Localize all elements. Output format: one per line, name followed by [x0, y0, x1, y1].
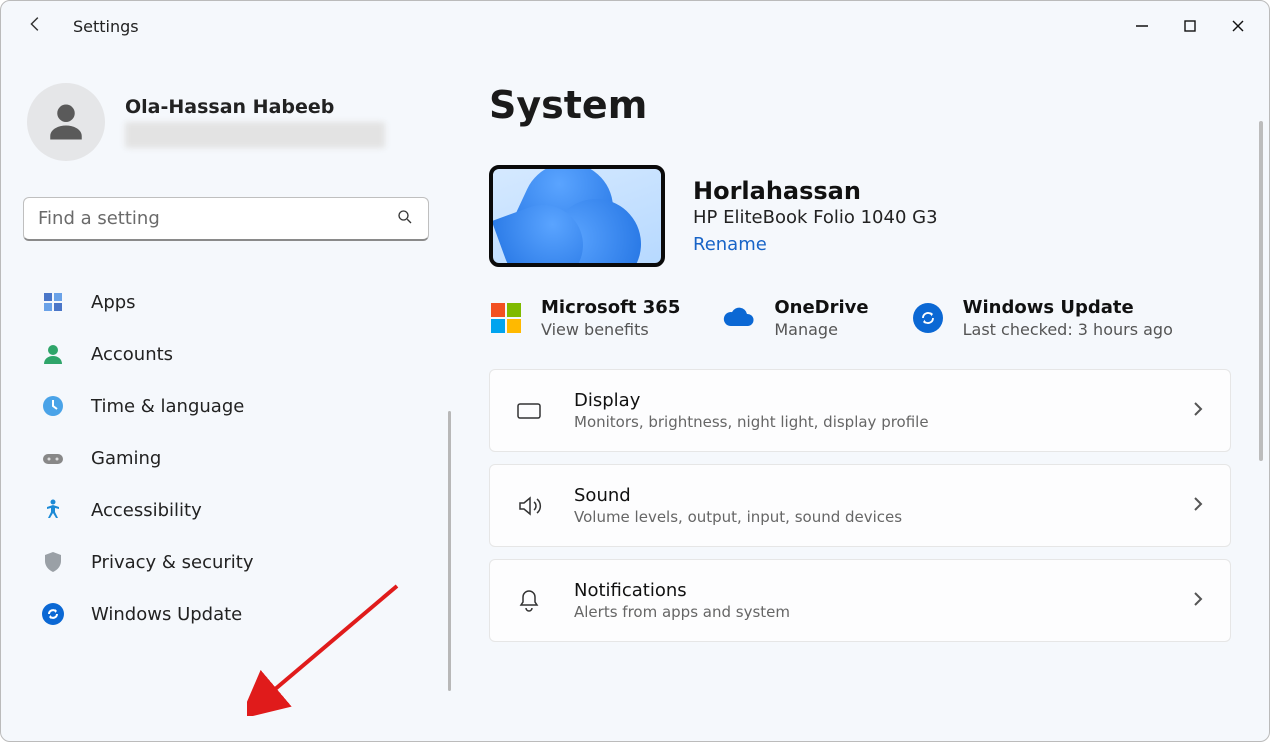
main-content: System Horlahassan HP EliteBook Folio 10… [451, 51, 1269, 741]
minimize-button[interactable] [1119, 6, 1165, 46]
windows-update-icon [41, 602, 65, 626]
sidebar-item-label: Accounts [91, 344, 173, 365]
sidebar-item-label: Windows Update [91, 604, 242, 625]
promo-windows-update[interactable]: Windows Update Last checked: 3 hours ago [911, 297, 1173, 339]
search-placeholder: Find a setting [38, 208, 160, 229]
avatar [27, 83, 105, 161]
sidebar-item-time-language[interactable]: Time & language [23, 381, 429, 431]
promo-sub: Last checked: 3 hours ago [963, 320, 1173, 339]
onedrive-icon [722, 301, 756, 335]
maximize-button[interactable] [1167, 6, 1213, 46]
windows-update-promo-icon [911, 301, 945, 335]
gaming-icon [41, 446, 65, 470]
app-title: Settings [73, 17, 139, 36]
search-icon [396, 208, 414, 230]
sidebar-item-label: Time & language [91, 396, 244, 417]
card-title: Notifications [574, 580, 1160, 601]
close-button[interactable] [1215, 6, 1261, 46]
promo-title: OneDrive [774, 297, 868, 318]
sidebar-item-accessibility[interactable]: Accessibility [23, 485, 429, 535]
settings-cards: Display Monitors, brightness, night ligh… [489, 369, 1231, 642]
profile-block[interactable]: Ola-Hassan Habeeb [23, 69, 429, 191]
search-input[interactable]: Find a setting [23, 197, 429, 241]
card-sub: Alerts from apps and system [574, 603, 1160, 621]
notifications-icon [514, 586, 544, 616]
privacy-security-icon [41, 550, 65, 574]
profile-text: Ola-Hassan Habeeb [125, 96, 385, 148]
profile-email-redacted [125, 122, 385, 148]
sidebar-item-label: Gaming [91, 448, 161, 469]
display-icon [514, 396, 544, 426]
card-title: Sound [574, 485, 1160, 506]
body: Ola-Hassan Habeeb Find a setting Apps [1, 51, 1269, 741]
sidebar-item-accounts[interactable]: Accounts [23, 329, 429, 379]
sidebar-item-label: Apps [91, 292, 136, 313]
profile-name: Ola-Hassan Habeeb [125, 96, 385, 118]
sidebar-item-apps[interactable]: Apps [23, 277, 429, 327]
promo-microsoft-365[interactable]: Microsoft 365 View benefits [489, 297, 680, 339]
apps-icon [41, 290, 65, 314]
device-row: Horlahassan HP EliteBook Folio 1040 G3 R… [489, 165, 1231, 267]
chevron-right-icon [1190, 591, 1206, 611]
sidebar-item-windows-update[interactable]: Windows Update [23, 589, 429, 639]
card-sub: Monitors, brightness, night light, displ… [574, 413, 1160, 431]
chevron-right-icon [1190, 401, 1206, 421]
back-icon[interactable] [25, 13, 47, 39]
promo-title: Microsoft 365 [541, 297, 680, 318]
window-controls [1119, 6, 1261, 46]
device-wallpaper-thumb[interactable] [489, 165, 665, 267]
promo-row: Microsoft 365 View benefits OneDrive Man… [489, 297, 1231, 339]
device-model: HP EliteBook Folio 1040 G3 [693, 207, 938, 228]
card-notifications[interactable]: Notifications Alerts from apps and syste… [489, 559, 1231, 642]
main-scrollbar[interactable] [1259, 121, 1263, 461]
sidebar-item-privacy-security[interactable]: Privacy & security [23, 537, 429, 587]
promo-title: Windows Update [963, 297, 1173, 318]
microsoft-365-icon [489, 301, 523, 335]
settings-window: Settings Ola-Hassan Habeeb [0, 0, 1270, 742]
promo-onedrive[interactable]: OneDrive Manage [722, 297, 868, 339]
card-sound[interactable]: Sound Volume levels, output, input, soun… [489, 464, 1231, 547]
promo-sub: View benefits [541, 320, 680, 339]
page-title: System [489, 83, 1231, 127]
sidebar-item-gaming[interactable]: Gaming [23, 433, 429, 483]
accounts-icon [41, 342, 65, 366]
card-sub: Volume levels, output, input, sound devi… [574, 508, 1160, 526]
card-title: Display [574, 390, 1160, 411]
rename-link[interactable]: Rename [693, 234, 938, 255]
sidebar-item-label: Privacy & security [91, 552, 254, 573]
titlebar-left: Settings [25, 13, 139, 39]
chevron-right-icon [1190, 496, 1206, 516]
nav-list: Apps Accounts Time & language [23, 277, 429, 639]
card-display[interactable]: Display Monitors, brightness, night ligh… [489, 369, 1231, 452]
sound-icon [514, 491, 544, 521]
device-info: Horlahassan HP EliteBook Folio 1040 G3 R… [693, 177, 938, 255]
titlebar: Settings [1, 1, 1269, 51]
promo-sub: Manage [774, 320, 868, 339]
sidebar: Ola-Hassan Habeeb Find a setting Apps [1, 51, 451, 741]
time-language-icon [41, 394, 65, 418]
device-name: Horlahassan [693, 177, 938, 205]
sidebar-item-label: Accessibility [91, 500, 202, 521]
accessibility-icon [41, 498, 65, 522]
